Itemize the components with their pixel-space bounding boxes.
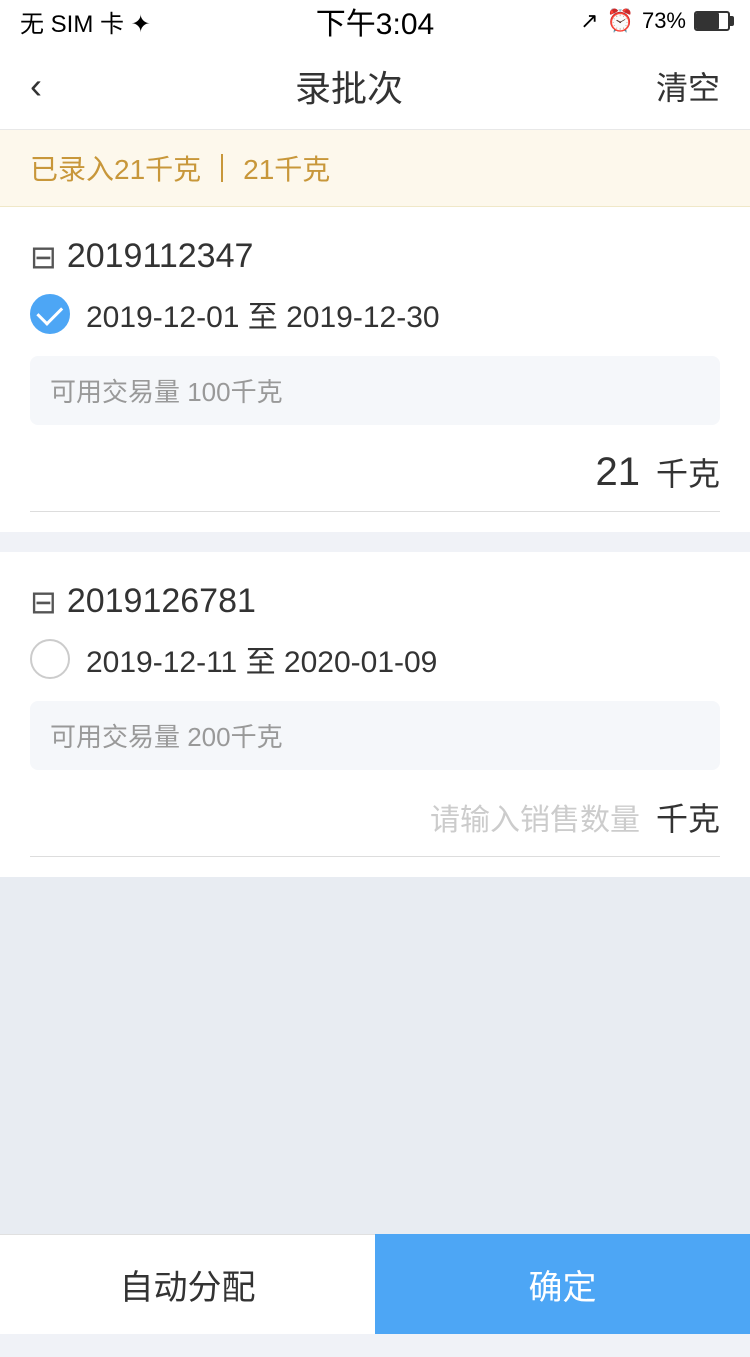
- batch2-available: 可用交易量 200千克: [30, 701, 720, 770]
- batch1-quantity-input[interactable]: [560, 450, 640, 495]
- recorded-amount: 已录入21千克: [30, 148, 201, 188]
- batch1-unit: 千克: [656, 449, 720, 495]
- batch2-id-row: ⊟ 2019126781: [30, 582, 720, 621]
- batch1-card: ⊟ 2019112347 2019-12-01 至 2019-12-30 可用交…: [0, 207, 750, 425]
- sim-status: 无 SIM 卡 ✦: [20, 4, 151, 39]
- status-bar: 无 SIM 卡 ✦ 下午3:04 ↗ ⏰ 73%: [0, 0, 750, 42]
- batch2-input-row: 请输入销售数量 千克: [0, 770, 750, 840]
- batch1-date-row[interactable]: 2019-12-01 至 2019-12-30: [30, 292, 720, 336]
- nav-bar: ‹ 录批次 清空: [0, 42, 750, 130]
- page-title: 录批次: [295, 60, 403, 112]
- info-banner: 已录入21千克 21千克: [0, 130, 750, 207]
- auto-distribute-button[interactable]: 自动分配: [0, 1234, 375, 1334]
- status-right: ↗ ⏰ 73%: [580, 8, 730, 34]
- info-divider: [221, 154, 223, 182]
- batch2-date: 2019-12-11 至 2020-01-09: [86, 637, 437, 681]
- batch1-date: 2019-12-01 至 2019-12-30: [86, 292, 440, 336]
- battery-text: 73%: [642, 8, 686, 34]
- batch2-unit: 千克: [656, 794, 720, 840]
- batch2-icon: ⊟: [30, 583, 57, 621]
- batch1-id-row: ⊟ 2019112347: [30, 237, 720, 276]
- bottom-bar: 自动分配 确定: [0, 1234, 750, 1334]
- battery-icon: [694, 11, 730, 31]
- batch1-available: 可用交易量 100千克: [30, 356, 720, 425]
- status-left: 无 SIM 卡 ✦: [20, 4, 151, 39]
- batch1-icon: ⊟: [30, 238, 57, 276]
- batch2-input-placeholder: 请输入销售数量: [30, 795, 640, 839]
- confirm-button[interactable]: 确定: [375, 1234, 750, 1334]
- batch2-date-row[interactable]: 2019-12-11 至 2020-01-09: [30, 637, 720, 681]
- batch2-available-text: 可用交易量 200千克: [50, 722, 283, 752]
- amount-value: 21千克: [243, 148, 330, 188]
- clear-button[interactable]: 清空: [656, 63, 720, 109]
- batch2-radio[interactable]: [30, 639, 70, 679]
- back-button[interactable]: ‹: [30, 65, 42, 107]
- location-icon: ↗: [580, 8, 598, 34]
- batch1-available-text: 可用交易量 100千克: [50, 377, 283, 407]
- batch1-quantity-row: 千克: [0, 425, 750, 495]
- section-divider: [0, 532, 750, 552]
- batch2-card: ⊟ 2019126781 2019-12-11 至 2020-01-09 可用交…: [0, 552, 750, 877]
- batch2-id: 2019126781: [67, 582, 256, 621]
- alarm-icon: ⏰: [607, 8, 634, 34]
- batch1-radio[interactable]: [30, 294, 70, 334]
- batch1-id: 2019112347: [67, 237, 254, 276]
- gray-area: [0, 877, 750, 1257]
- status-time: 下午3:04: [316, 0, 434, 43]
